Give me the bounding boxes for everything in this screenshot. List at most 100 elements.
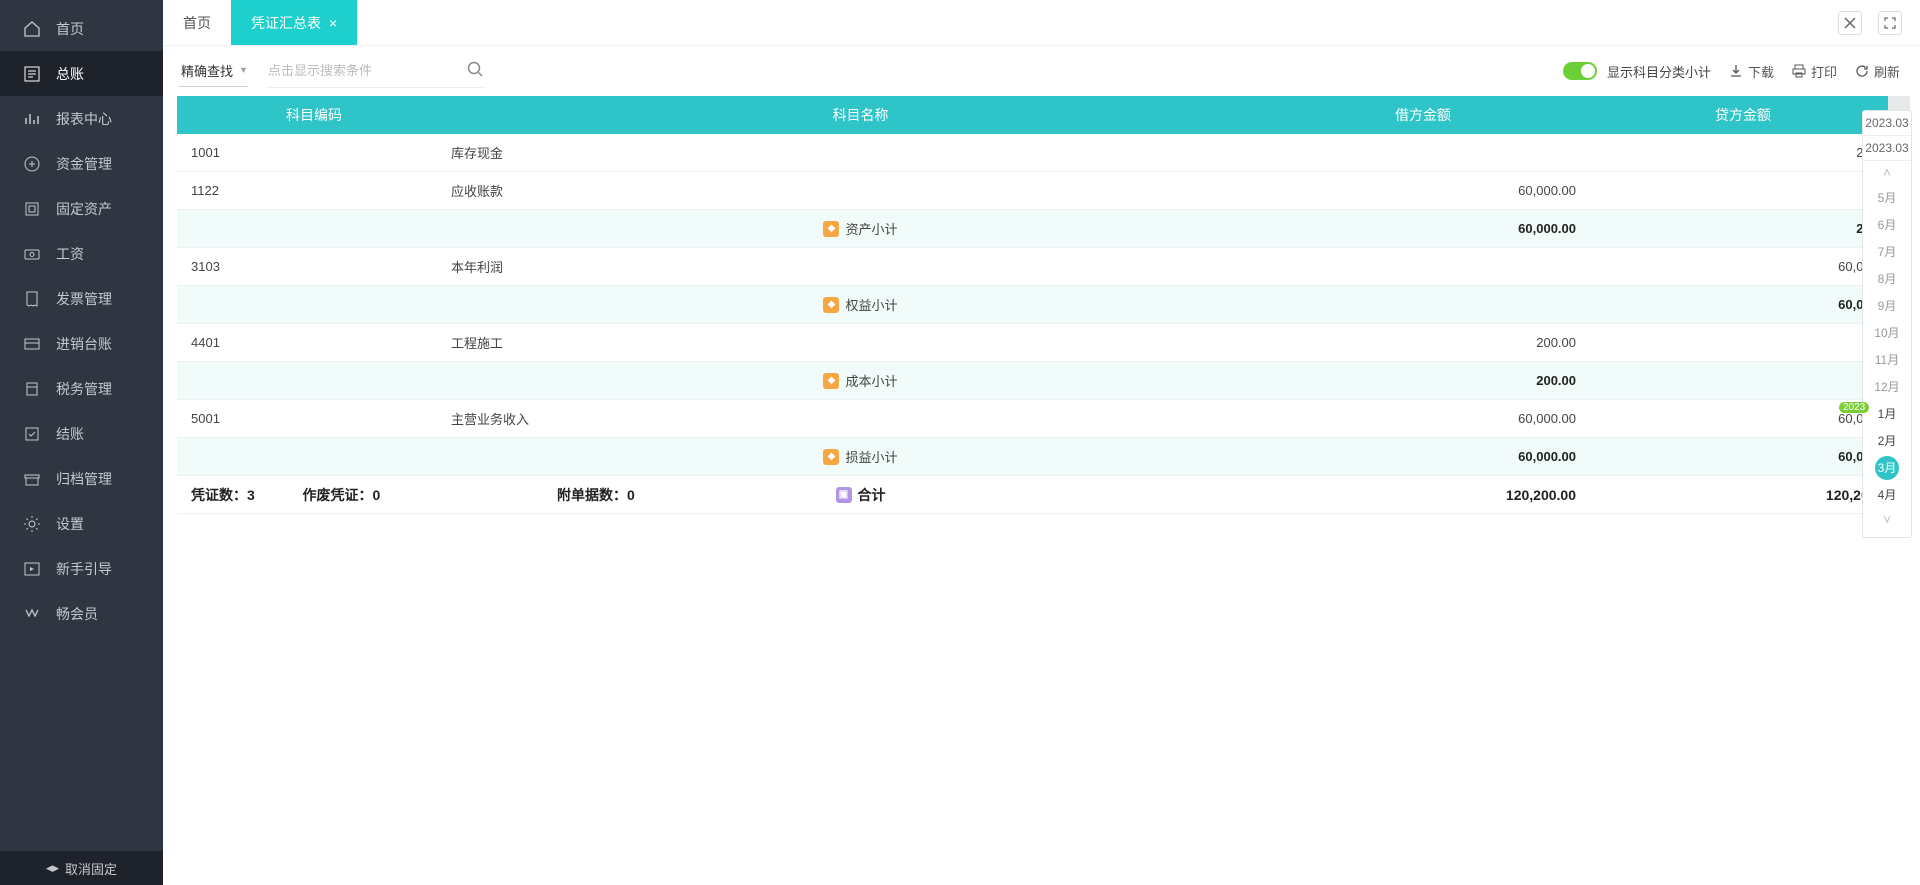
- sidebar-item-8[interactable]: 税务管理: [0, 366, 163, 411]
- fullscreen-button[interactable]: [1878, 11, 1902, 35]
- year-chip: 2023: [1839, 402, 1869, 413]
- tab-1[interactable]: 凭证汇总表 ×: [231, 0, 357, 45]
- sidebar-item-4[interactable]: 固定资产: [0, 186, 163, 231]
- sidebar-item-1[interactable]: 总账: [0, 51, 163, 96]
- td-code: 1122: [177, 172, 437, 209]
- print-button[interactable]: 打印: [1792, 62, 1837, 81]
- vip-icon: [22, 604, 42, 624]
- td-name: 应收账款: [437, 172, 1270, 209]
- td-code: 5001: [177, 400, 437, 437]
- tabs-bar: 首页 凭证汇总表 ×: [163, 0, 1920, 46]
- sidebar-item-label: 新手引导: [56, 559, 112, 579]
- sidebar-item-6[interactable]: 发票管理: [0, 276, 163, 321]
- sidebar-item-label: 进销台账: [56, 334, 112, 354]
- period-month-11[interactable]: 4月: [1863, 481, 1911, 508]
- sidebar-item-label: 工资: [56, 244, 84, 264]
- td-debit: 60,000.00: [1270, 438, 1590, 475]
- show-subtotal-label: 显示科目分类小计: [1607, 62, 1711, 81]
- sidebar-item-9[interactable]: 结账: [0, 411, 163, 456]
- salary-icon: [22, 244, 42, 264]
- refresh-label: 刷新: [1874, 62, 1900, 81]
- guide-icon: [22, 559, 42, 579]
- table-subtotal-row: ◆资产小计60,000.00200.00: [177, 210, 1910, 248]
- period-month-10[interactable]: 3月: [1863, 454, 1911, 481]
- period-month-1: 6月: [1863, 211, 1911, 238]
- td-debit: 200.00: [1270, 362, 1590, 399]
- td-code: 3103: [177, 248, 437, 285]
- period-scroll-down[interactable]: ˅: [1863, 508, 1911, 531]
- sidebar-item-2[interactable]: 报表中心: [0, 96, 163, 141]
- close-tab-button[interactable]: [1838, 11, 1862, 35]
- sidebar-item-label: 总账: [56, 64, 84, 84]
- tab-label: 首页: [183, 13, 211, 33]
- period-month-5: 10月: [1863, 319, 1911, 346]
- search-icon[interactable]: [466, 60, 484, 81]
- period-panel: 2023.03 2023.03 ˄ 5月6月7月8月9月10月11月12月202…: [1862, 110, 1912, 538]
- period-end[interactable]: 2023.03: [1863, 136, 1911, 161]
- td-code: [177, 362, 437, 399]
- td-total-debit: 120,200.00: [1270, 476, 1590, 513]
- sidebar-item-label: 固定资产: [56, 199, 112, 219]
- td-debit: [1270, 286, 1590, 323]
- sidebar-item-label: 税务管理: [56, 379, 112, 399]
- sidebar-item-13[interactable]: 畅会员: [0, 591, 163, 636]
- close-icon[interactable]: ×: [329, 15, 337, 31]
- sidebar-item-5[interactable]: 工资: [0, 231, 163, 276]
- sidebar-item-3[interactable]: 资金管理: [0, 141, 163, 186]
- period-month-9[interactable]: 2月: [1863, 427, 1911, 454]
- table-row[interactable]: 1001库存现金200.00: [177, 134, 1910, 172]
- td-code: [177, 210, 437, 247]
- close-icon: [1844, 17, 1856, 29]
- show-subtotal-toggle-wrap: 显示科目分类小计: [1563, 62, 1711, 81]
- sidebar-item-12[interactable]: 新手引导: [0, 546, 163, 591]
- home-icon: [22, 19, 42, 39]
- table-total-row: 凭证数：3 作废凭证：0 附单据数：0▣合计120,200.00120,200.…: [177, 476, 1910, 514]
- td-name: ◆权益小计: [437, 286, 1270, 323]
- chevron-down-icon: ˅: [1883, 512, 1891, 527]
- period-month-7: 12月: [1863, 373, 1911, 400]
- period-month-8[interactable]: 20231月: [1863, 400, 1911, 427]
- td-debit: 60,000.00: [1270, 172, 1590, 209]
- refresh-button[interactable]: 刷新: [1855, 62, 1900, 81]
- download-button[interactable]: 下载: [1729, 62, 1774, 81]
- period-month-6: 11月: [1863, 346, 1911, 373]
- td-debit: [1270, 248, 1590, 285]
- td-code: 4401: [177, 324, 437, 361]
- tab-label: 凭证汇总表: [251, 13, 321, 33]
- sidebar-unpin[interactable]: ◂▸ 取消固定: [0, 851, 163, 885]
- subtotal-icon: ◆: [823, 221, 839, 237]
- table-row[interactable]: 4401工程施工200.00: [177, 324, 1910, 362]
- settings-icon: [22, 514, 42, 534]
- sidebar-item-label: 资金管理: [56, 154, 112, 174]
- subtotal-icon: ◆: [823, 297, 839, 313]
- period-month-4: 9月: [1863, 292, 1911, 319]
- chevron-up-icon: ˄: [1883, 165, 1891, 180]
- table-row[interactable]: 1122应收账款60,000.00: [177, 172, 1910, 210]
- sidebar-item-11[interactable]: 设置: [0, 501, 163, 546]
- precise-search-dropdown[interactable]: 精确查找 ▾: [179, 55, 248, 87]
- total-icon: ▣: [836, 487, 852, 503]
- sidebar-item-7[interactable]: 进销台账: [0, 321, 163, 366]
- report-icon: [22, 109, 42, 129]
- tab-0[interactable]: 首页: [163, 0, 231, 45]
- subtotal-icon: ◆: [823, 373, 839, 389]
- td-total-label: 附单据数：0▣合计: [437, 476, 1270, 513]
- sidebar-item-label: 发票管理: [56, 289, 112, 309]
- sidebar-item-label: 首页: [56, 19, 84, 39]
- ledger-icon: [22, 64, 42, 84]
- table-row[interactable]: 5001主营业务收入60,000.0060,000.00: [177, 400, 1910, 438]
- table-header: 科目编码 科目名称 借方金额 贷方金额: [177, 96, 1910, 134]
- period-scroll-up[interactable]: ˄: [1863, 161, 1911, 184]
- sidebar-item-0[interactable]: 首页: [0, 6, 163, 51]
- voucher-summary-table: 科目编码 科目名称 借方金额 贷方金额 › 1001库存现金200.001122…: [177, 96, 1910, 514]
- sidebar-item-10[interactable]: 归档管理: [0, 456, 163, 501]
- refresh-icon: [1855, 64, 1869, 78]
- table-row[interactable]: 3103本年利润60,000.00: [177, 248, 1910, 286]
- period-start[interactable]: 2023.03: [1863, 111, 1911, 136]
- table-subtotal-row: ◆损益小计60,000.0060,000.00: [177, 438, 1910, 476]
- show-subtotal-toggle[interactable]: [1563, 62, 1597, 80]
- td-name: ◆成本小计: [437, 362, 1270, 399]
- td-name: 主营业务收入: [437, 400, 1270, 437]
- search-input[interactable]: [268, 63, 452, 78]
- td-debit: [1270, 134, 1590, 171]
